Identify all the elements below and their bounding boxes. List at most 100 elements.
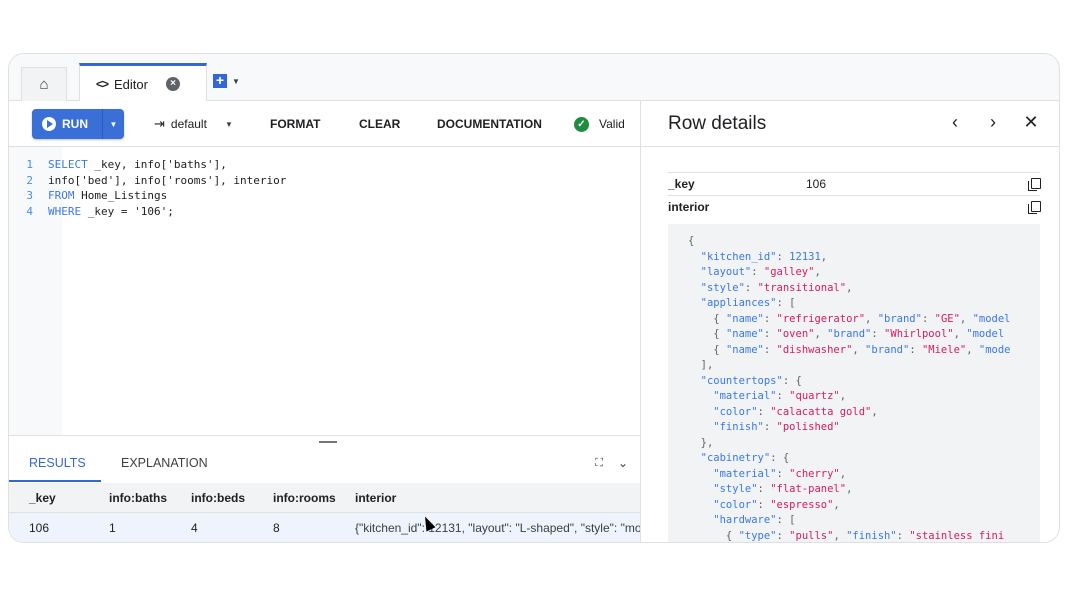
json-token: :	[757, 498, 771, 511]
json-token: "calacatta gold"	[770, 405, 872, 418]
check-circle-icon: ✓	[574, 116, 589, 132]
add-tab-button[interactable]: + ▼	[213, 73, 240, 88]
json-token: ,	[865, 312, 878, 325]
tab-editor[interactable]: <> Editor ×	[79, 63, 207, 102]
json-token: :	[776, 529, 790, 542]
json-line: "finish": "polished"	[688, 420, 1011, 436]
json-line: "color": "calacatta gold",	[688, 405, 1011, 421]
json-token: :	[896, 529, 910, 542]
results-table: _key info:baths info:beds info:rooms int…	[9, 483, 640, 542]
column-header[interactable]: interior	[355, 491, 640, 505]
json-line: "kitchen_id": 12131,	[688, 250, 1011, 266]
tab-explanation[interactable]: EXPLANATION	[101, 448, 228, 482]
chevron-down-icon: ▼	[109, 119, 118, 129]
json-token: "appliances"	[688, 297, 777, 309]
json-token: "type"	[738, 529, 777, 542]
copy-icon[interactable]	[1028, 200, 1041, 214]
json-token: : {	[770, 452, 790, 464]
table-cell: 4	[191, 521, 198, 535]
json-line: "color": "espresso",	[688, 498, 1011, 514]
json-token: ,	[833, 529, 847, 542]
sql-keyword: WHERE	[48, 204, 82, 218]
table-cell: 1	[109, 521, 116, 535]
code-editor[interactable]: 1 SELECT _key, info['baths'], 2 info['bed']…	[9, 147, 640, 435]
documentation-button[interactable]: DOCUMENTATION	[437, 101, 542, 147]
json-viewer[interactable]: { "kitchen_id": 12131, "layout": "galley…	[668, 224, 1040, 542]
json-token: "kitchen_id"	[688, 250, 777, 263]
json-line: { "name": "dishwasher", "brand": "Miele"…	[688, 343, 1011, 359]
sql-text: Home_Listings	[74, 189, 168, 202]
json-token: "brand"	[827, 328, 872, 340]
code-icon: <>	[96, 77, 109, 91]
json-token: :	[871, 328, 885, 340]
json-token: "brand"	[877, 312, 922, 325]
json-token: "dishwasher"	[776, 343, 853, 356]
json-token: : [	[776, 514, 796, 526]
chevron-down-icon[interactable]: ⌄	[618, 456, 628, 470]
json-token: :	[776, 390, 790, 402]
json-token: "pulls"	[789, 529, 834, 542]
run-button[interactable]: RUN	[32, 109, 102, 139]
json-token: ,	[839, 467, 847, 480]
branch-selector[interactable]: ⇥ default ▼	[154, 101, 233, 147]
table-row[interactable]: 106 1 4 8 {"kitchen_id": 12131, "layout"…	[9, 513, 640, 542]
clear-button[interactable]: CLEAR	[359, 101, 400, 147]
column-header[interactable]: info:baths	[109, 491, 191, 505]
sql-text: _key = '106';	[81, 204, 174, 218]
add-tab-icon: +	[213, 73, 227, 88]
json-token: "cherry"	[789, 467, 840, 480]
copy-icon[interactable]	[1028, 177, 1041, 191]
json-token: :	[763, 421, 777, 433]
format-button[interactable]: FORMAT	[270, 101, 320, 147]
json-line: "style": "transitional",	[688, 281, 1011, 297]
code-line: 3 FROM Home_Listings	[9, 188, 286, 204]
line-number: 1	[26, 158, 33, 171]
json-token: "polished"	[776, 421, 840, 433]
json-line: "appliances": [	[688, 296, 1011, 312]
fullscreen-icon[interactable]: ⛶	[595, 456, 603, 470]
row-details-panel: Row details ‹ › ✕ _key 106 interior { "k…	[641, 101, 1059, 542]
field-name: _key	[668, 177, 695, 191]
column-header[interactable]: _key	[9, 491, 109, 505]
chevron-left-icon[interactable]: ‹	[947, 112, 963, 133]
json-token: ,	[959, 312, 973, 325]
json-token: "countertops"	[688, 374, 783, 387]
json-token: "model	[966, 328, 1005, 340]
json-line: ],	[688, 358, 1011, 374]
tab-results[interactable]: RESULTS	[9, 448, 101, 482]
json-token: :	[763, 328, 777, 340]
play-icon	[42, 117, 56, 131]
column-header[interactable]: info:beds	[191, 491, 273, 505]
close-tab-icon[interactable]: ×	[165, 77, 180, 91]
row-details-nav: ‹ › ✕	[947, 112, 1039, 133]
resize-handle[interactable]	[319, 441, 337, 443]
chevron-down-icon: ▼	[232, 76, 240, 86]
json-token: :	[909, 343, 922, 356]
json-token: {	[688, 235, 695, 247]
branch-label: default	[170, 117, 207, 131]
json-token: {	[688, 343, 726, 356]
json-token: "refrigerator"	[776, 312, 866, 325]
json-token: ,	[966, 343, 979, 356]
chevron-right-icon[interactable]: ›	[985, 112, 1001, 133]
results-panel: RESULTS EXPLANATION ⛶ ⌄ _key info:baths …	[9, 435, 640, 542]
json-token: "mode	[978, 343, 1011, 356]
json-token: {	[688, 529, 739, 542]
json-token: :	[763, 343, 777, 356]
close-icon[interactable]: ✕	[1023, 112, 1039, 133]
run-options-dropdown[interactable]: ▼	[102, 109, 124, 139]
code-line: 2 info['bed'], info['rooms'], interior	[9, 173, 286, 189]
json-token: :	[776, 467, 790, 480]
column-header[interactable]: info:rooms	[273, 491, 355, 505]
json-token: "flat-panel"	[770, 483, 847, 495]
json-token: "name"	[725, 312, 764, 325]
detail-field-interior: interior	[668, 195, 1041, 218]
run-label: RUN	[62, 117, 88, 131]
json-token: ,	[953, 328, 967, 340]
code-line: 4 WHERE _key = '106';	[9, 204, 286, 220]
validation-status: ✓ Valid	[574, 101, 625, 147]
json-token: ,	[846, 281, 853, 294]
json-token: "hardware"	[688, 514, 777, 526]
tab-home[interactable]: ⌂	[21, 67, 67, 101]
app-window: ⌂ <> Editor × + ▼ RUN ▼ ⇥ default ▼ FORM…	[8, 53, 1060, 543]
